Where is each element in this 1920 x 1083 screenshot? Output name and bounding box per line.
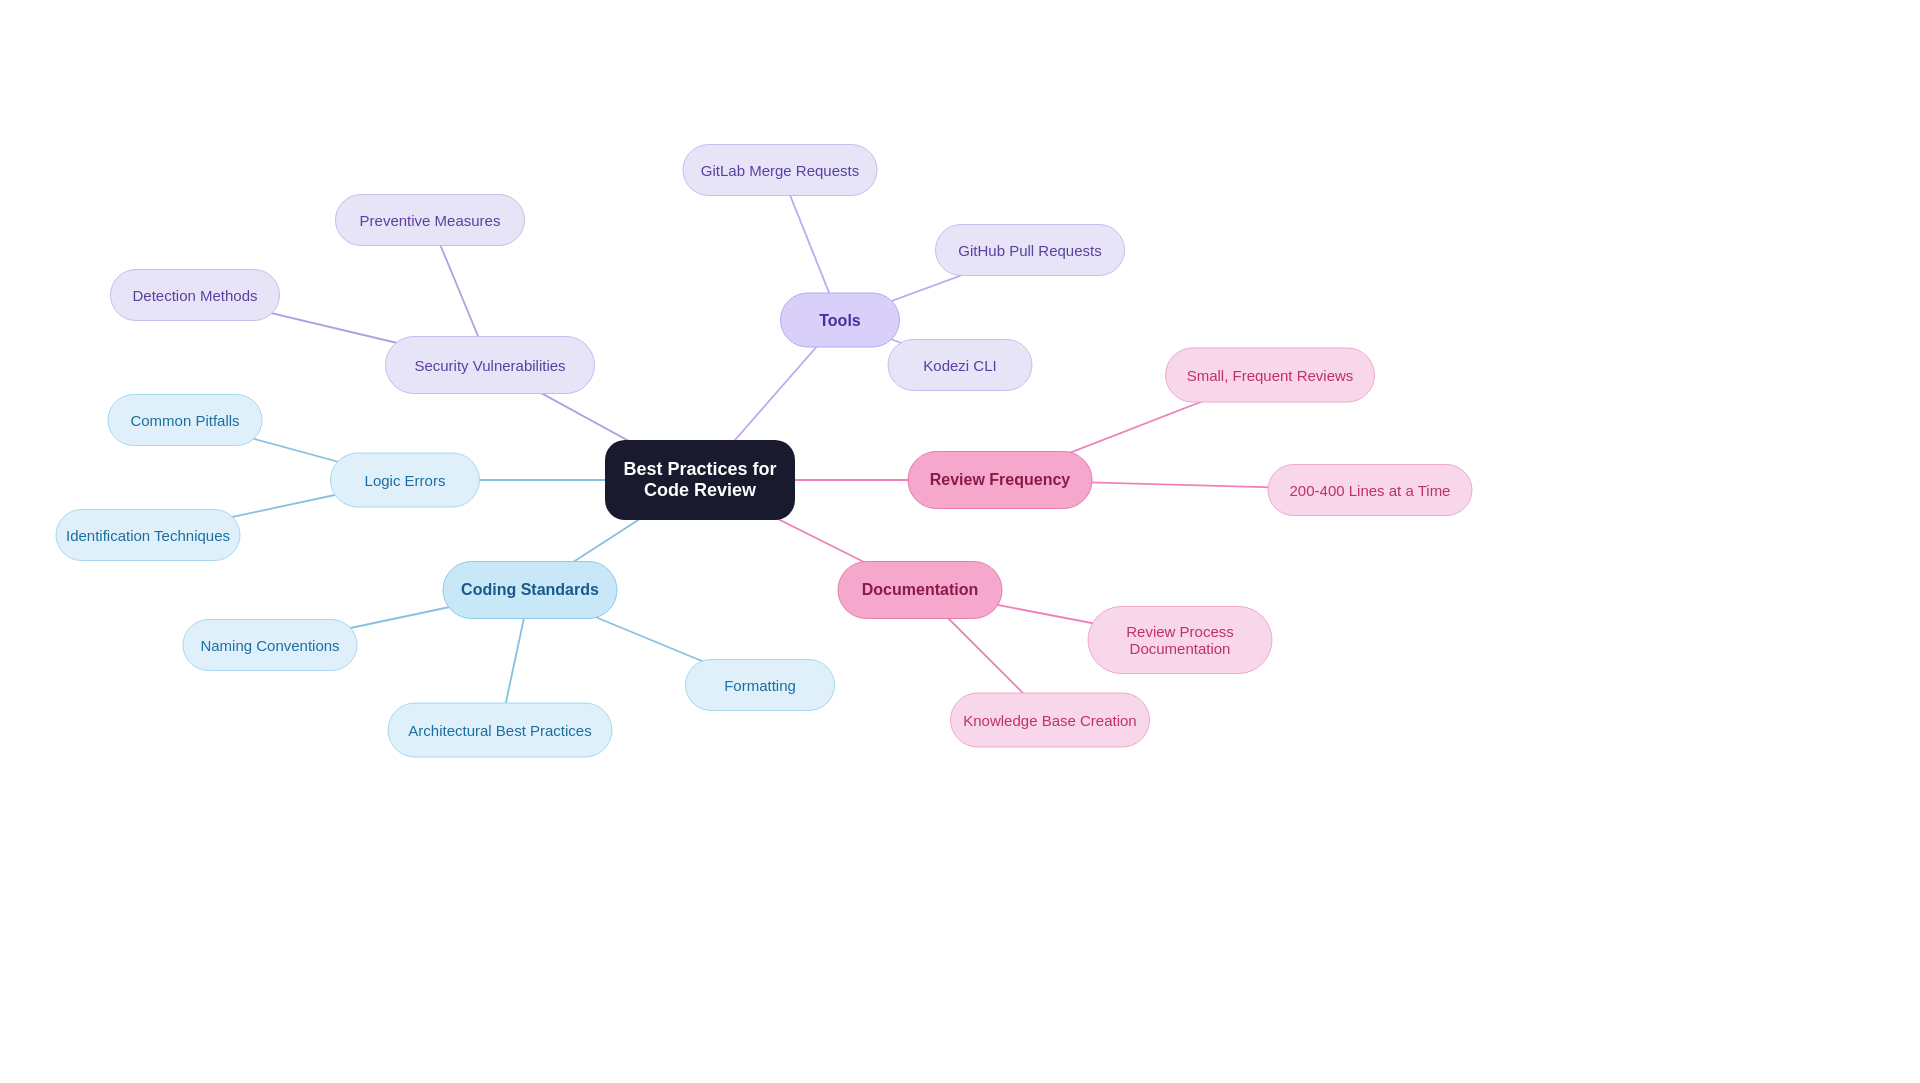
node-identification-techniques: Identification Techniques xyxy=(56,509,241,561)
node-coding-standards: Coding Standards xyxy=(443,561,618,619)
mind-map-container: Best Practices for Code Review Security … xyxy=(0,0,1920,1083)
node-github-pull-requests: GitHub Pull Requests xyxy=(935,224,1125,276)
node-naming-conventions: Naming Conventions xyxy=(183,619,358,671)
node-knowledge-base-creation: Knowledge Base Creation xyxy=(950,693,1150,748)
center-node: Best Practices for Code Review xyxy=(605,440,795,520)
node-lines-at-a-time: 200-400 Lines at a Time xyxy=(1268,464,1473,516)
node-architectural-best-practices: Architectural Best Practices xyxy=(388,703,613,758)
node-small-frequent-reviews: Small, Frequent Reviews xyxy=(1165,348,1375,403)
node-detection-methods: Detection Methods xyxy=(110,269,280,321)
node-review-process-documentation: Review Process Documentation xyxy=(1088,606,1273,674)
connections-svg xyxy=(0,0,1920,1083)
node-gitlab-merge-requests: GitLab Merge Requests xyxy=(683,144,878,196)
node-common-pitfalls: Common Pitfalls xyxy=(108,394,263,446)
node-tools: Tools xyxy=(780,293,900,348)
node-kodezi-cli: Kodezi CLI xyxy=(888,339,1033,391)
node-review-frequency: Review Frequency xyxy=(908,451,1093,509)
node-security-vulnerabilities: Security Vulnerabilities xyxy=(385,336,595,394)
node-documentation: Documentation xyxy=(838,561,1003,619)
node-preventive-measures: Preventive Measures xyxy=(335,194,525,246)
node-formatting: Formatting xyxy=(685,659,835,711)
node-logic-errors: Logic Errors xyxy=(330,453,480,508)
